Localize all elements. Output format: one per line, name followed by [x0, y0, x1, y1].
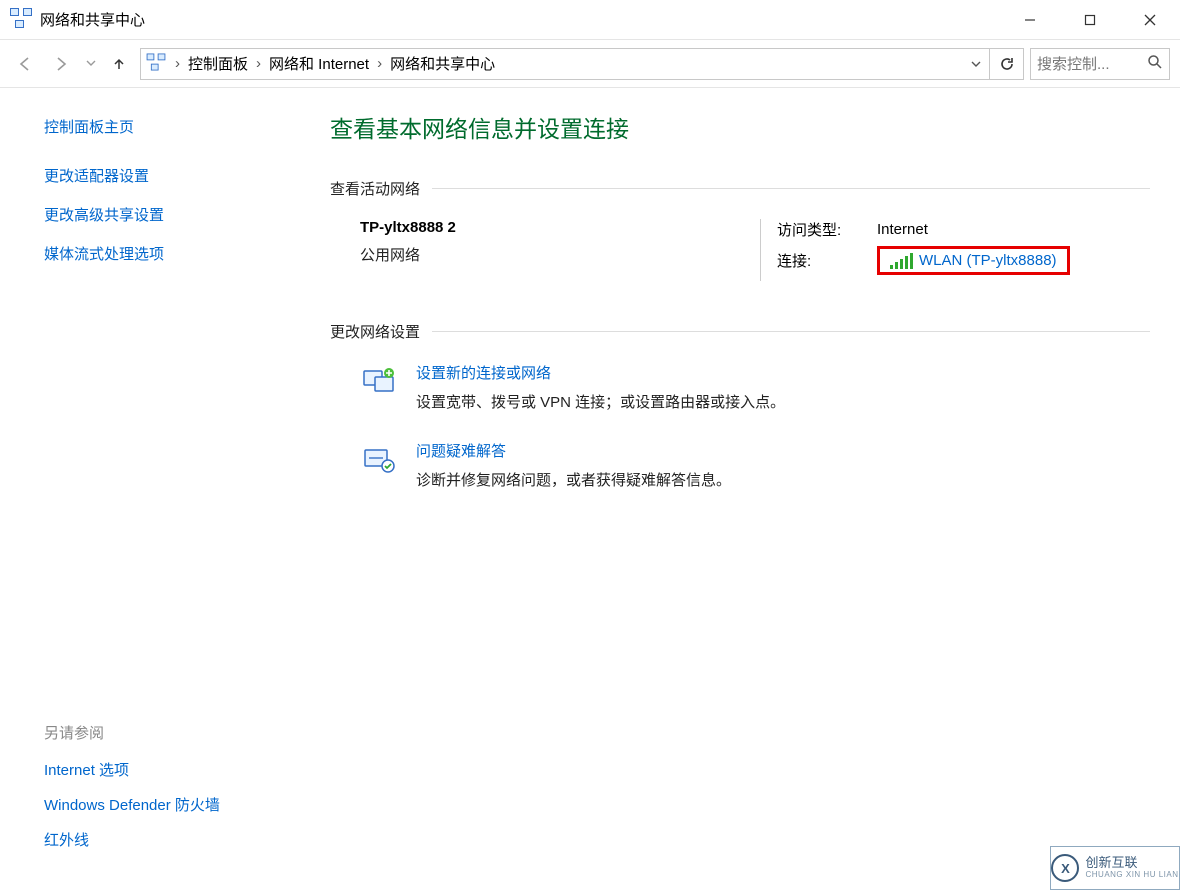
location-icon [145, 52, 167, 76]
setup-new-connection-desc: 设置宽带、拨号或 VPN 连接；或设置路由器或接入点。 [416, 391, 785, 412]
connection-link-text: WLAN (TP-yltx8888) [919, 252, 1057, 269]
sidebar-link-adapter-settings[interactable]: 更改适配器设置 [44, 165, 310, 186]
up-button[interactable] [106, 49, 132, 79]
recent-dropdown[interactable] [82, 55, 100, 72]
window-titlebar: 网络和共享中心 [0, 0, 1180, 40]
page-title: 查看基本网络信息并设置连接 [330, 110, 1150, 144]
divider [432, 188, 1150, 189]
back-button[interactable] [10, 49, 40, 79]
sidebar-also-internet-options[interactable]: Internet 选项 [44, 759, 310, 780]
access-type-label: 访问类型: [777, 219, 877, 240]
refresh-button[interactable] [989, 49, 1023, 79]
sidebar-also-see-title: 另请参阅 [44, 722, 310, 743]
breadcrumb-leaf[interactable]: 网络和共享中心 [386, 53, 499, 74]
active-networks-label: 查看活动网络 [330, 178, 432, 199]
search-input[interactable]: 搜索控制... [1030, 48, 1170, 80]
watermark-logo-icon: X [1051, 854, 1079, 882]
breadcrumb-root[interactable]: 控制面板 [184, 53, 252, 74]
access-type-value: Internet [877, 221, 928, 238]
window-title: 网络和共享中心 [40, 9, 1000, 30]
search-icon[interactable] [1147, 54, 1163, 74]
address-dropdown[interactable] [963, 49, 989, 79]
sidebar-home-link[interactable]: 控制面板主页 [44, 116, 310, 137]
chevron-right-icon[interactable]: › [375, 55, 384, 72]
chevron-right-icon[interactable]: › [173, 55, 182, 72]
connection-wlan-link[interactable]: WLAN (TP-yltx8888) [877, 246, 1070, 275]
wifi-signal-icon [890, 253, 913, 269]
troubleshoot-icon [360, 440, 398, 478]
troubleshoot-link[interactable]: 问题疑难解答 [416, 443, 506, 460]
change-settings-label: 更改网络设置 [330, 321, 432, 342]
sidebar-link-media-streaming[interactable]: 媒体流式处理选项 [44, 243, 310, 264]
sidebar-also-infrared[interactable]: 红外线 [44, 829, 310, 850]
close-button[interactable] [1120, 0, 1180, 40]
new-connection-icon [360, 362, 398, 400]
sidebar-also-defender-firewall[interactable]: Windows Defender 防火墙 [44, 794, 310, 815]
network-type: 公用网络 [360, 244, 760, 265]
sidebar: 控制面板主页 更改适配器设置 更改高级共享设置 媒体流式处理选项 另请参阅 In… [0, 88, 310, 890]
maximize-button[interactable] [1060, 0, 1120, 40]
address-bar[interactable]: › 控制面板 › 网络和 Internet › 网络和共享中心 [140, 48, 1024, 80]
navigation-bar: › 控制面板 › 网络和 Internet › 网络和共享中心 搜索控制... [0, 40, 1180, 88]
forward-button[interactable] [46, 49, 76, 79]
sidebar-link-advanced-sharing[interactable]: 更改高级共享设置 [44, 204, 310, 225]
app-icon [10, 8, 32, 32]
minimize-button[interactable] [1000, 0, 1060, 40]
watermark-subtext: CHUANG XIN HU LIAN [1085, 871, 1178, 880]
chevron-right-icon[interactable]: › [254, 55, 263, 72]
breadcrumb-mid[interactable]: 网络和 Internet [265, 53, 373, 74]
troubleshoot-desc: 诊断并修复网络问题，或者获得疑难解答信息。 [416, 469, 731, 490]
divider [432, 331, 1150, 332]
network-name: TP-yltx8888 2 [360, 219, 760, 236]
watermark-text: 创新互联 [1085, 856, 1178, 870]
setup-new-connection-link[interactable]: 设置新的连接或网络 [416, 365, 551, 382]
watermark: X 创新互联 CHUANG XIN HU LIAN [1050, 846, 1180, 890]
connection-label: 连接: [777, 250, 877, 271]
search-placeholder: 搜索控制... [1037, 53, 1141, 74]
main-content: 查看基本网络信息并设置连接 查看活动网络 TP-yltx8888 2 公用网络 … [310, 88, 1180, 890]
